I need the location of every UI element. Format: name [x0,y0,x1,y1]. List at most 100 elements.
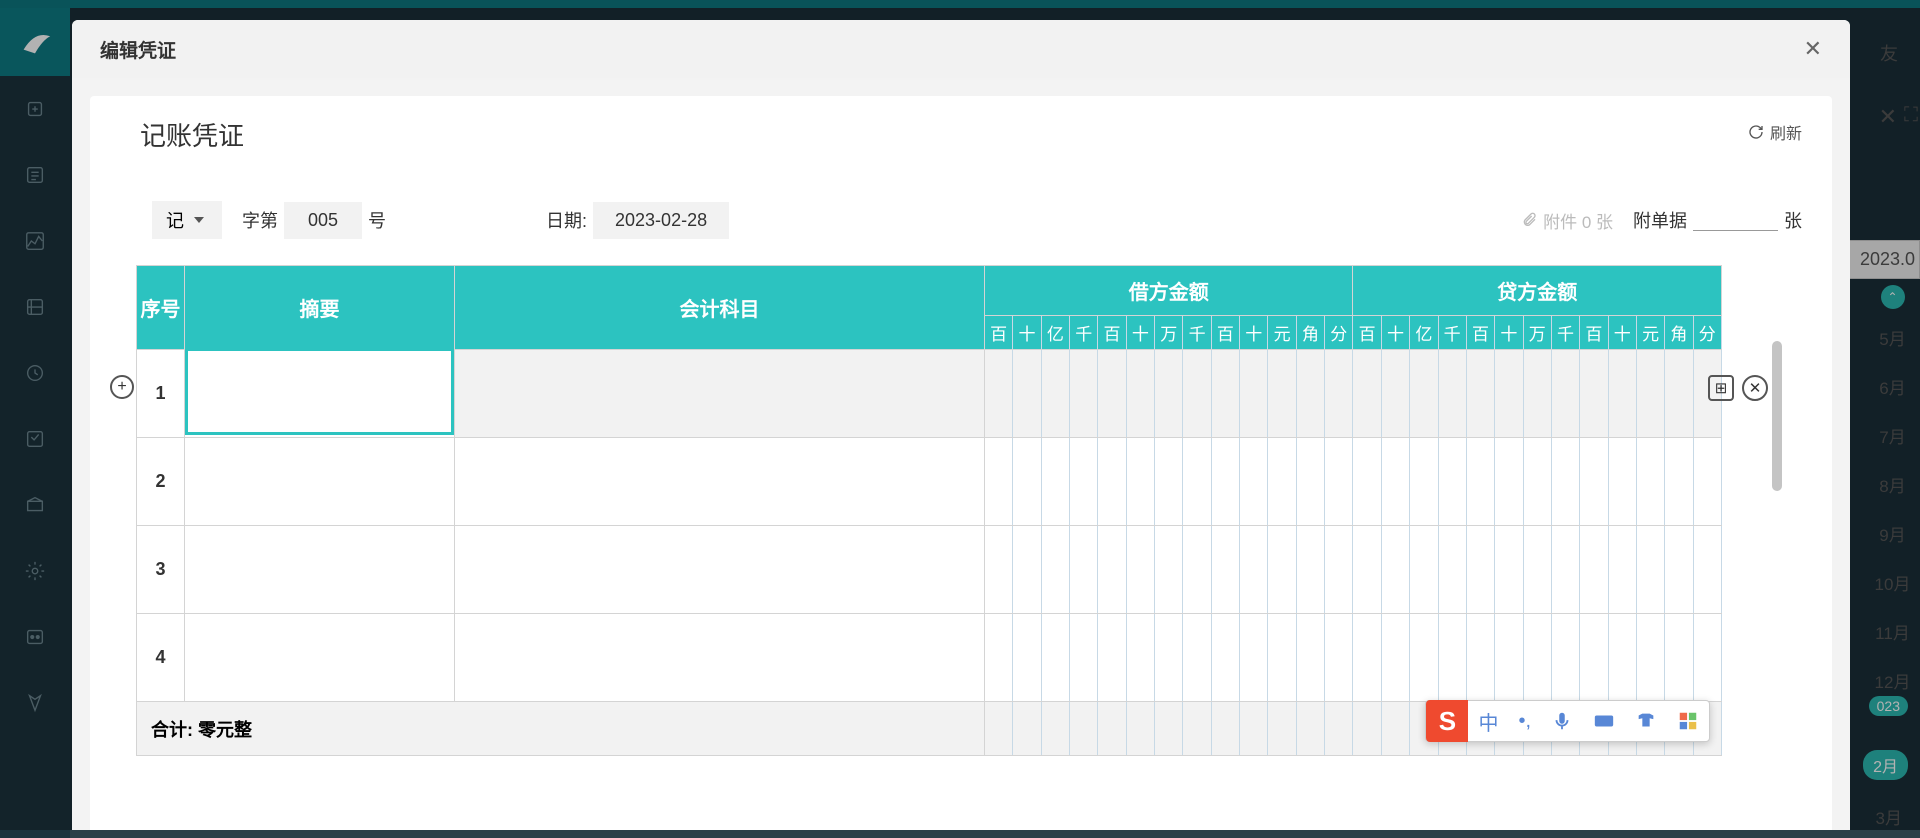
voucher-type-select[interactable]: 记 [152,201,222,239]
amount-digit-cell[interactable] [1495,438,1523,526]
amount-digit-cell[interactable] [1296,526,1324,614]
amount-digit-cell[interactable] [1098,614,1126,702]
amount-digit-cell[interactable] [1268,614,1296,702]
attach-doc-input[interactable] [1693,209,1778,231]
ime-toolbar[interactable]: S 中 •, [1425,700,1710,742]
amount-digit-cell[interactable] [1551,438,1579,526]
summary-input[interactable] [185,348,454,435]
amount-digit-cell[interactable] [1041,438,1069,526]
amount-digit-cell[interactable] [1523,614,1551,702]
amount-digit-cell[interactable] [1410,526,1438,614]
amount-digit-cell[interactable] [1693,614,1721,702]
amount-digit-cell[interactable] [1608,438,1636,526]
amount-digit-cell[interactable] [1665,438,1693,526]
amount-digit-cell[interactable] [1070,350,1098,438]
amount-digit-cell[interactable] [1580,350,1608,438]
amount-digit-cell[interactable] [1013,438,1041,526]
amount-digit-cell[interactable] [1070,614,1098,702]
amount-digit-cell[interactable] [1580,526,1608,614]
amount-digit-cell[interactable] [1183,526,1211,614]
amount-digit-cell[interactable] [1523,526,1551,614]
amount-digit-cell[interactable] [1665,350,1693,438]
amount-digit-cell[interactable] [1636,350,1664,438]
amount-digit-cell[interactable] [1381,526,1409,614]
ime-keyboard-icon[interactable] [1583,701,1625,741]
summary-cell[interactable] [185,614,455,702]
amount-digit-cell[interactable] [1325,526,1353,614]
amount-digit-cell[interactable] [1551,614,1579,702]
attachment-link[interactable]: 附件 0 张 [1521,208,1613,233]
amount-digit-cell[interactable] [1013,526,1041,614]
amount-digit-cell[interactable] [1240,438,1268,526]
amount-digit-cell[interactable] [1296,350,1324,438]
amount-digit-cell[interactable] [1211,614,1239,702]
amount-digit-cell[interactable] [1325,614,1353,702]
amount-digit-cell[interactable] [1041,614,1069,702]
amount-digit-cell[interactable] [985,438,1013,526]
amount-digit-cell[interactable] [1041,526,1069,614]
amount-digit-cell[interactable] [1183,350,1211,438]
amount-digit-cell[interactable] [1296,438,1324,526]
ime-skin-icon[interactable] [1625,701,1667,741]
amount-digit-cell[interactable] [1693,526,1721,614]
amount-digit-cell[interactable] [1240,614,1268,702]
close-icon[interactable]: ✕ [1804,36,1822,62]
amount-digit-cell[interactable] [1381,350,1409,438]
amount-digit-cell[interactable] [1636,526,1664,614]
amount-digit-cell[interactable] [1665,614,1693,702]
amount-digit-cell[interactable] [1013,350,1041,438]
amount-digit-cell[interactable] [985,526,1013,614]
amount-digit-cell[interactable] [1495,614,1523,702]
amount-digit-cell[interactable] [1580,438,1608,526]
amount-digit-cell[interactable] [1126,438,1154,526]
amount-digit-cell[interactable] [1551,526,1579,614]
refresh-button[interactable]: 刷新 [1748,120,1802,144]
amount-digit-cell[interactable] [1240,350,1268,438]
amount-digit-cell[interactable] [1636,614,1664,702]
ime-logo-icon[interactable]: S [1426,700,1468,742]
ime-punct-icon[interactable]: •, [1508,701,1541,741]
amount-digit-cell[interactable] [1608,614,1636,702]
amount-digit-cell[interactable] [985,614,1013,702]
summary-cell[interactable] [185,526,455,614]
amount-digit-cell[interactable] [1353,614,1381,702]
amount-digit-cell[interactable] [1211,526,1239,614]
amount-digit-cell[interactable] [1070,438,1098,526]
amount-digit-cell[interactable] [1438,350,1466,438]
subject-cell[interactable] [455,438,985,526]
amount-digit-cell[interactable] [1438,614,1466,702]
amount-digit-cell[interactable] [1296,614,1324,702]
voucher-number-input[interactable] [284,202,362,239]
amount-digit-cell[interactable] [1268,438,1296,526]
amount-digit-cell[interactable] [1155,614,1183,702]
amount-digit-cell[interactable] [1693,438,1721,526]
amount-digit-cell[interactable] [1665,526,1693,614]
amount-digit-cell[interactable] [1325,350,1353,438]
amount-digit-cell[interactable] [1438,438,1466,526]
amount-digit-cell[interactable] [1523,350,1551,438]
subject-cell[interactable] [455,526,985,614]
amount-digit-cell[interactable] [1466,438,1494,526]
amount-digit-cell[interactable] [1126,350,1154,438]
ime-toolbox-icon[interactable] [1667,701,1709,741]
amount-digit-cell[interactable] [1466,526,1494,614]
amount-digit-cell[interactable] [1353,350,1381,438]
amount-digit-cell[interactable] [1353,526,1381,614]
amount-digit-cell[interactable] [1070,526,1098,614]
ime-mic-icon[interactable] [1541,701,1583,741]
amount-digit-cell[interactable] [1466,350,1494,438]
amount-digit-cell[interactable] [1013,614,1041,702]
insert-row-button[interactable]: ⊞ [1708,375,1734,401]
amount-digit-cell[interactable] [1353,438,1381,526]
delete-row-button[interactable]: ✕ [1742,375,1768,401]
amount-digit-cell[interactable] [1098,350,1126,438]
amount-digit-cell[interactable] [985,350,1013,438]
date-input[interactable]: 2023-02-28 [593,202,729,239]
amount-digit-cell[interactable] [1268,350,1296,438]
summary-cell[interactable] [185,438,455,526]
amount-digit-cell[interactable] [1126,614,1154,702]
amount-digit-cell[interactable] [1495,526,1523,614]
ime-lang[interactable]: 中 [1468,701,1508,741]
amount-digit-cell[interactable] [1183,438,1211,526]
amount-digit-cell[interactable] [1495,350,1523,438]
